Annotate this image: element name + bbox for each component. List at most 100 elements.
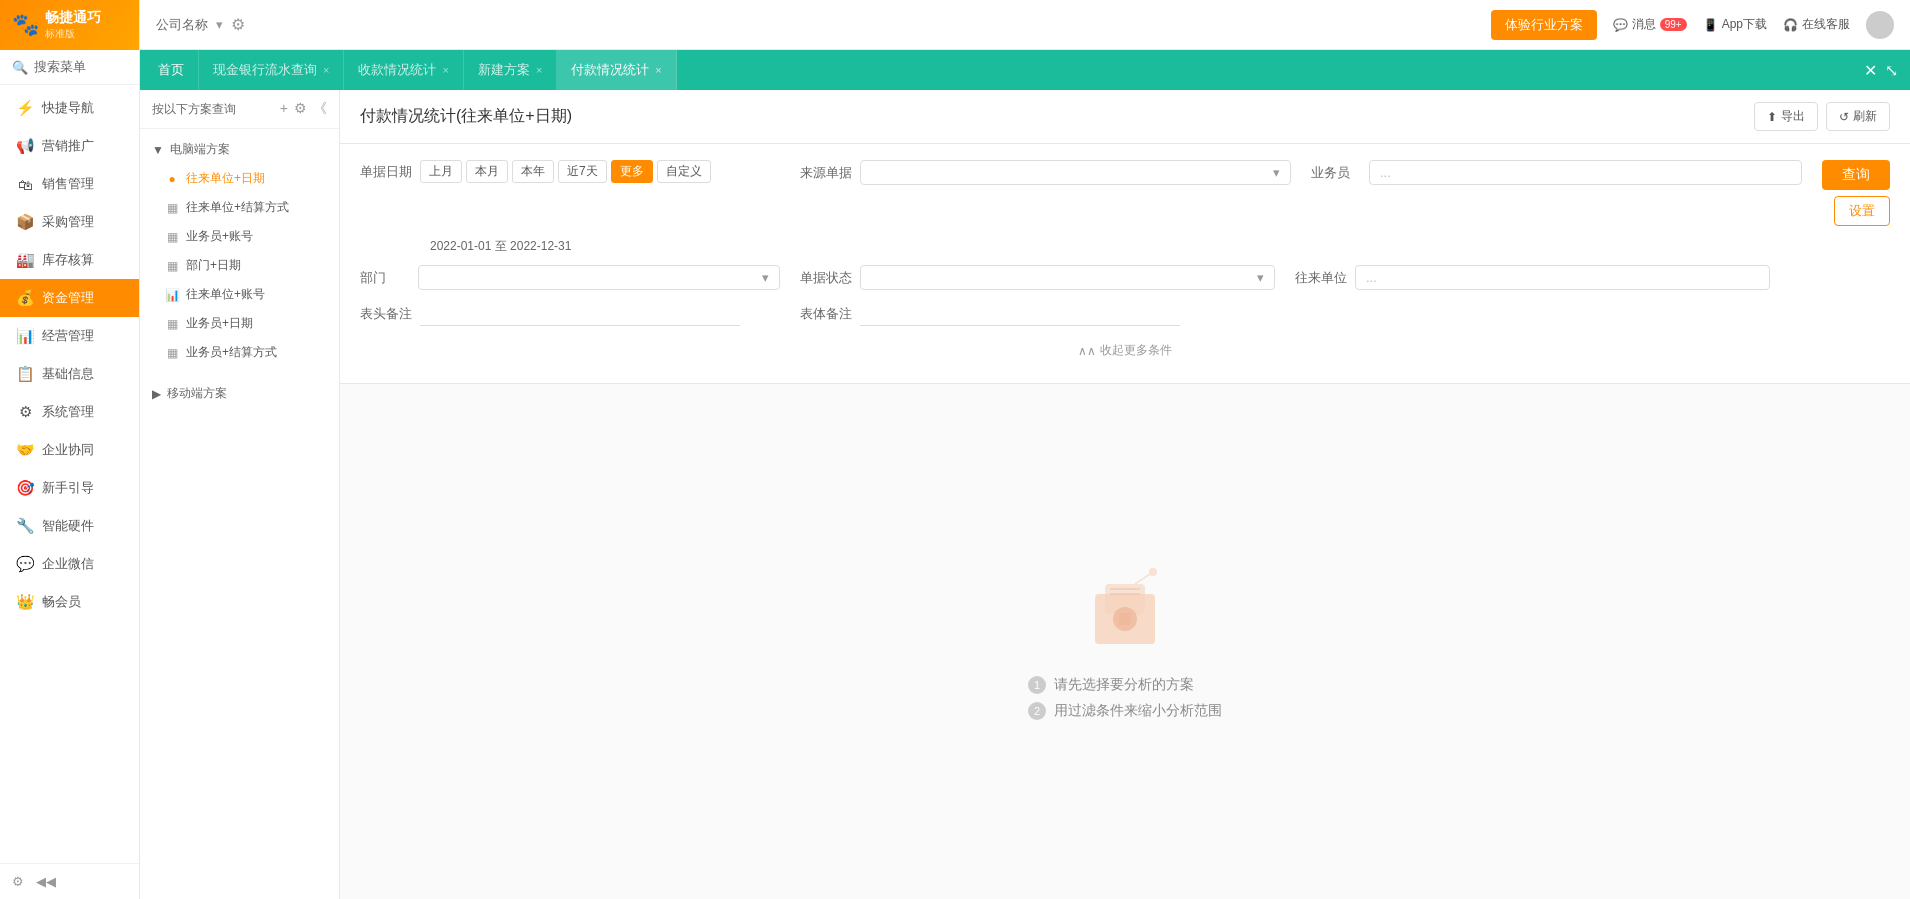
topbar: 公司名称 ▾ ⚙ 体验行业方案 💬 消息 99+ 📱 App下载 🎧 在线客服: [140, 0, 1910, 50]
partner-select[interactable]: ...: [1355, 265, 1770, 290]
online-service-group[interactable]: 🎧 在线客服: [1783, 16, 1850, 33]
scheme-item-unit-account[interactable]: 📊 往来单位+账号: [140, 280, 339, 309]
scheme-item-unit-date[interactable]: ● 往来单位+日期: [140, 164, 339, 193]
sidebar-item-finance[interactable]: 💰 资金管理: [0, 279, 139, 317]
tab-receipt-label: 收款情况统计: [358, 61, 436, 79]
tab-receipt-close[interactable]: ×: [442, 64, 448, 76]
custom-btn[interactable]: 自定义: [657, 160, 711, 183]
salesman-select[interactable]: ...: [1369, 160, 1802, 185]
tab-bank-close[interactable]: ×: [323, 64, 329, 76]
refresh-button[interactable]: ↺ 刷新: [1826, 102, 1890, 131]
empty-state: 1 请先选择要分析的方案 2 用过滤条件来缩小分析范围: [340, 384, 1910, 899]
doc-status-select[interactable]: ▾: [860, 265, 1275, 290]
header-note-label: 表头备注: [360, 305, 412, 323]
vip-icon: 👑: [16, 593, 34, 611]
tab-new[interactable]: 新建方案 ×: [464, 50, 557, 90]
trial-button[interactable]: 体验行业方案: [1491, 10, 1597, 40]
purchase-icon: 📦: [16, 213, 34, 231]
sidebar-item-vip[interactable]: 👑 畅会员: [0, 583, 139, 621]
add-scheme-icon[interactable]: +: [280, 100, 288, 118]
topbar-right: 体验行业方案 💬 消息 99+ 📱 App下载 🎧 在线客服: [1491, 10, 1894, 40]
sidebar-item-guide[interactable]: 🎯 新手引导: [0, 469, 139, 507]
this-month-btn[interactable]: 本月: [466, 160, 508, 183]
settings-topbar-icon[interactable]: ⚙: [231, 15, 245, 34]
expand-group-icon: ▶: [152, 387, 161, 401]
dept-select[interactable]: ▾: [418, 265, 780, 290]
message-group[interactable]: 💬 消息 99+: [1613, 16, 1687, 33]
panel-header: 按以下方案查询 + ⚙ 《: [140, 90, 339, 129]
tab-home-label: 首页: [158, 61, 184, 79]
sidebar-search[interactable]: 🔍 搜索菜单: [0, 50, 139, 85]
sidebar-item-system[interactable]: ⚙ 系统管理: [0, 393, 139, 431]
page-actions: ⬆ 导出 ↺ 刷新: [1754, 102, 1890, 131]
app-download-group[interactable]: 📱 App下载: [1703, 16, 1767, 33]
tab-payment[interactable]: 付款情况统计 ×: [557, 50, 676, 90]
settings-icon[interactable]: ⚙: [12, 874, 24, 889]
body-note-input[interactable]: [860, 302, 1180, 326]
sidebar: 🐾 畅捷通巧 标准版 🔍 搜索菜单 ⚡ 快捷导航 📢 营销推广 🛍 销售管理 📦…: [0, 0, 140, 899]
scheme-item-label: 往来单位+结算方式: [186, 199, 289, 216]
date-options: 上月 本月 本年 近7天 更多 自定义: [420, 160, 711, 183]
dropdown-icon[interactable]: ▾: [216, 17, 223, 32]
user-avatar[interactable]: [1866, 11, 1894, 39]
main-area: 公司名称 ▾ ⚙ 体验行业方案 💬 消息 99+ 📱 App下载 🎧 在线客服: [140, 0, 1910, 899]
empty-illustration: [1075, 564, 1175, 664]
sidebar-item-coop[interactable]: 🤝 企业协同: [0, 431, 139, 469]
scheme-item-staff-date[interactable]: ▦ 业务员+日期: [140, 309, 339, 338]
tab-new-close[interactable]: ×: [536, 64, 542, 76]
collapse-sidebar-icon[interactable]: ◀◀: [36, 874, 56, 889]
tab-bank[interactable]: 现金银行流水查询 ×: [199, 50, 344, 90]
tip-num-1: 1: [1028, 676, 1046, 694]
message-icon: 💬: [1613, 18, 1628, 32]
online-service-label: 在线客服: [1802, 16, 1850, 33]
collapse-more-btn[interactable]: ∧∧ 收起更多条件: [1070, 334, 1180, 367]
close-all-icon[interactable]: ✕: [1864, 61, 1877, 80]
sidebar-item-sales[interactable]: 🛍 销售管理: [0, 165, 139, 203]
this-year-btn[interactable]: 本年: [512, 160, 554, 183]
desktop-scheme-group-title[interactable]: ▼ 电脑端方案: [140, 135, 339, 164]
scheme-settings-icon[interactable]: ⚙: [294, 100, 307, 118]
header-note-input[interactable]: [420, 302, 740, 326]
mobile-scheme-group: ▶ 移动端方案: [140, 373, 339, 414]
sidebar-item-label: 营销推广: [42, 137, 94, 155]
action-buttons: 查询 设置: [1822, 160, 1890, 226]
scheme-item-dept-date[interactable]: ▦ 部门+日期: [140, 251, 339, 280]
export-button[interactable]: ⬆ 导出: [1754, 102, 1818, 131]
sidebar-item-shortcut[interactable]: ⚡ 快捷导航: [0, 89, 139, 127]
source-dropdown-icon: ▾: [1273, 165, 1280, 180]
sidebar-item-weixin[interactable]: 💬 企业微信: [0, 545, 139, 583]
tab-receipt[interactable]: 收款情况统计 ×: [344, 50, 463, 90]
sidebar-item-inventory[interactable]: 🏭 库存核算: [0, 241, 139, 279]
scheme-item-staff-account[interactable]: ▦ 业务员+账号: [140, 222, 339, 251]
sidebar-item-label: 库存核算: [42, 251, 94, 269]
content-area: 按以下方案查询 + ⚙ 《 ▼ 电脑端方案 ● 往来单位+日期 ▦: [140, 90, 1910, 899]
tab-payment-close[interactable]: ×: [655, 64, 661, 76]
dept-dropdown-icon: ▾: [762, 270, 769, 285]
sidebar-item-purchase[interactable]: 📦 采购管理: [0, 203, 139, 241]
last-7days-btn[interactable]: 近7天: [558, 160, 607, 183]
scheme-item-label: 业务员+日期: [186, 315, 253, 332]
scheme-item-unit-settle[interactable]: ▦ 往来单位+结算方式: [140, 193, 339, 222]
sidebar-item-business[interactable]: 📊 经营管理: [0, 317, 139, 355]
source-label: 来源单据: [800, 164, 852, 182]
sidebar-item-marketing[interactable]: 📢 营销推广: [0, 127, 139, 165]
panel-title: 按以下方案查询: [152, 101, 236, 118]
more-btn[interactable]: 更多: [611, 160, 653, 183]
scheme-icon: ▦: [164, 345, 180, 361]
tab-home[interactable]: 首页: [144, 50, 199, 90]
sidebar-item-basic[interactable]: 📋 基础信息: [0, 355, 139, 393]
mobile-scheme-group-title[interactable]: ▶ 移动端方案: [140, 379, 339, 408]
expand-tab-icon[interactable]: ⤡: [1885, 61, 1898, 80]
sidebar-item-hardware[interactable]: 🔧 智能硬件: [0, 507, 139, 545]
source-select[interactable]: ▾: [860, 160, 1291, 185]
empty-tips: 1 请先选择要分析的方案 2 用过滤条件来缩小分析范围: [1028, 676, 1222, 720]
query-button[interactable]: 查询: [1822, 160, 1890, 190]
sidebar-nav: ⚡ 快捷导航 📢 营销推广 🛍 销售管理 📦 采购管理 🏭 库存核算 💰 资金管…: [0, 85, 139, 863]
sales-icon: 🛍: [16, 175, 34, 193]
app-download-label: App下载: [1722, 16, 1767, 33]
filter-settings-button[interactable]: 设置: [1834, 196, 1890, 226]
scheme-item-staff-settle[interactable]: ▦ 业务员+结算方式: [140, 338, 339, 367]
last-month-btn[interactable]: 上月: [420, 160, 462, 183]
collapse-panel-icon[interactable]: 《: [313, 100, 327, 118]
scheme-icon: ▦: [164, 229, 180, 245]
